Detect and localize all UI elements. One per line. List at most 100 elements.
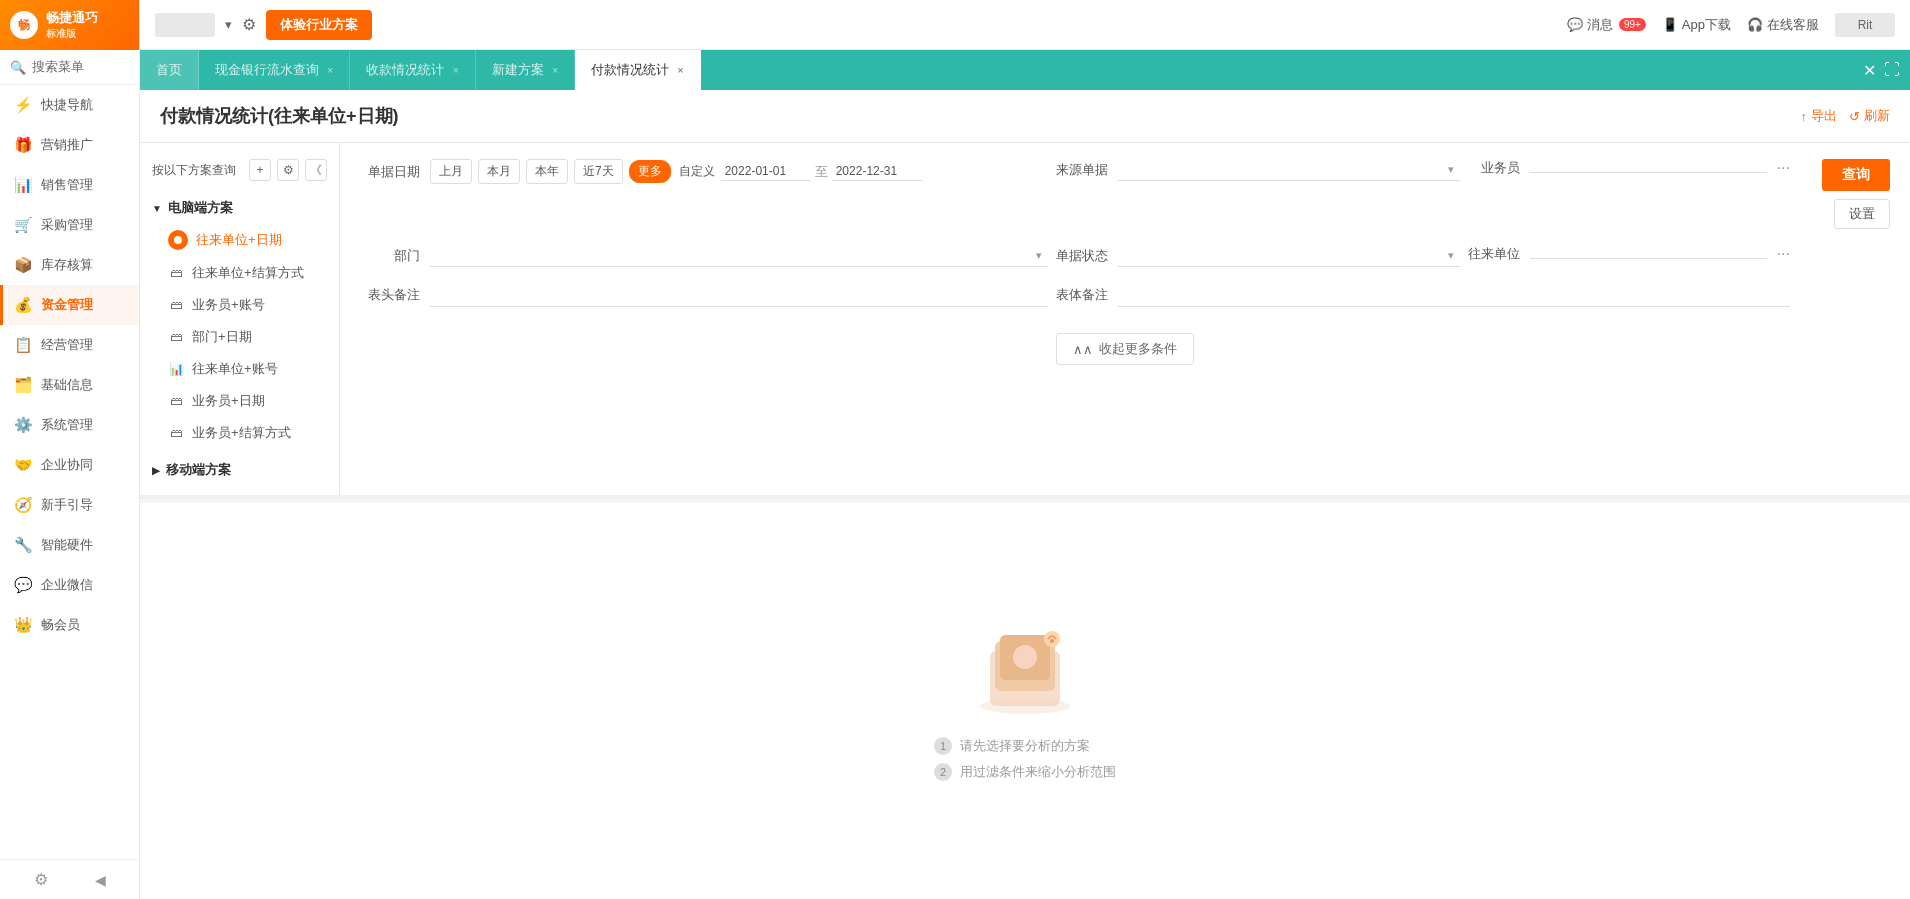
service-icon: 🎧	[1747, 17, 1763, 32]
empty-tip-1: 1 请先选择要分析的方案	[934, 737, 1116, 755]
this-year-btn[interactable]: 本年	[526, 159, 568, 184]
sidebar-item-system[interactable]: ⚙️ 系统管理	[0, 405, 139, 445]
sidebar-item-sales[interactable]: 📊 销售管理	[0, 165, 139, 205]
sidebar-item-wechat[interactable]: 💬 企业微信	[0, 565, 139, 605]
scheme-section-title-0[interactable]: ▼电脑端方案	[140, 193, 339, 223]
scheme-item-label-0-3: 部门+日期	[192, 328, 252, 346]
scheme-item-label-0-6: 业务员+结算方式	[192, 424, 291, 442]
this-month-btn[interactable]: 本月	[478, 159, 520, 184]
salesperson-label: 业务员	[1460, 159, 1520, 177]
table-icon-5: 🗃	[168, 393, 184, 409]
counterpart-more-icon[interactable]: ···	[1777, 245, 1790, 263]
message-icon: 💬	[1567, 17, 1583, 32]
add-scheme-btn[interactable]: +	[249, 159, 271, 181]
download-icon: 📱	[1662, 17, 1678, 32]
sidebar-item-icon-quick-nav: ⚡	[13, 95, 33, 115]
note1-label: 表头备注	[360, 286, 420, 304]
online-service-action[interactable]: 🎧 在线客服	[1747, 16, 1819, 34]
counterpart-select[interactable]	[1530, 250, 1767, 259]
tab-home[interactable]: 首页	[140, 50, 199, 90]
tab-close-bank-flow[interactable]: ×	[327, 64, 333, 76]
scheme-item-0-5[interactable]: 🗃业务员+日期	[140, 385, 339, 417]
chart-icon-4: 📊	[168, 361, 184, 377]
messages-label: 消息	[1587, 16, 1613, 34]
sidebar-item-inventory[interactable]: 📦 库存核算	[0, 245, 139, 285]
settings-icon[interactable]: ⚙	[34, 870, 48, 889]
voucher-status-select[interactable]: ▾	[1118, 245, 1461, 267]
note2-filter: 表体备注	[1048, 283, 1791, 307]
scheme-item-0-0[interactable]: 往来单位+日期	[140, 223, 339, 257]
topbar-settings-icon[interactable]: ⚙	[242, 15, 256, 34]
active-circle-icon	[168, 230, 188, 250]
scheme-section-title-1[interactable]: ▶移动端方案	[140, 455, 339, 485]
maximize-icon[interactable]: ⛶	[1884, 61, 1900, 79]
note1-input[interactable]	[430, 283, 1048, 307]
user-avatar[interactable]: Rit	[1835, 13, 1895, 37]
scheme-settings-btn[interactable]: ⚙	[277, 159, 299, 181]
sidebar-item-marketing[interactable]: 🎁 营销推广	[0, 125, 139, 165]
sidebar-item-label-member: 畅会员	[41, 616, 80, 634]
messages-action[interactable]: 💬 消息 99+	[1567, 16, 1646, 34]
salesperson-select[interactable]	[1530, 164, 1767, 173]
app-download-action[interactable]: 📱 App下载	[1662, 16, 1731, 34]
source-select[interactable]: ▾	[1118, 159, 1461, 181]
sidebar-item-basic[interactable]: 🗂️ 基础信息	[0, 365, 139, 405]
scheme-item-0-3[interactable]: 🗃部门+日期	[140, 321, 339, 353]
sidebar-item-enterprise[interactable]: 🤝 企业协同	[0, 445, 139, 485]
date-end-input[interactable]	[832, 162, 922, 181]
scheme-item-0-6[interactable]: 🗃业务员+结算方式	[140, 417, 339, 449]
dept-select[interactable]: ▾	[430, 245, 1048, 267]
last-7-days-btn[interactable]: 近7天	[574, 159, 623, 184]
sidebar-search[interactable]: 🔍 搜索菜单	[0, 50, 139, 85]
source-filter: 来源单据 ▾	[1048, 159, 1461, 181]
scheme-header-label: 按以下方案查询	[152, 162, 236, 179]
sidebar-item-label-enterprise: 企业协同	[41, 456, 93, 474]
refresh-btn[interactable]: ↺ 刷新	[1849, 107, 1890, 125]
scheme-item-label-0-1: 往来单位+结算方式	[192, 264, 304, 282]
salesperson-filter: 业务员 ···	[1460, 159, 1790, 177]
date-range: 至	[721, 162, 922, 181]
last-month-btn[interactable]: 上月	[430, 159, 472, 184]
tabs-container: 首页现金银行流水查询×收款情况统计×新建方案×付款情况统计×	[140, 50, 701, 90]
topbar-dropdown-icon[interactable]: ▾	[225, 17, 232, 32]
tip-2-text: 用过滤条件来缩小分析范围	[960, 763, 1116, 781]
sidebar-item-guide[interactable]: 🧭 新手引导	[0, 485, 139, 525]
filter-setting-btn[interactable]: 设置	[1834, 199, 1890, 229]
collapse-sidebar-icon[interactable]: ◀	[95, 872, 106, 888]
sidebar-item-member[interactable]: 👑 畅会员	[0, 605, 139, 645]
trial-btn[interactable]: 体验行业方案	[266, 10, 372, 40]
tab-label-bank-flow: 现金银行流水查询	[215, 61, 319, 79]
scheme-item-0-2[interactable]: 🗃业务员+账号	[140, 289, 339, 321]
tab-new-scheme[interactable]: 新建方案×	[476, 50, 575, 90]
tab-collection-stat[interactable]: 收款情况统计×	[350, 50, 475, 90]
sidebar-item-label-sales: 销售管理	[41, 176, 93, 194]
logo-subtitle: 标准版	[46, 27, 98, 41]
salesperson-more-icon[interactable]: ···	[1777, 159, 1790, 177]
svg-point-0	[174, 236, 182, 244]
collapse-conditions-btn[interactable]: ∧∧ 收起更多条件	[1056, 333, 1194, 365]
tab-close-payment-stat[interactable]: ×	[677, 64, 683, 76]
note2-input[interactable]	[1118, 283, 1791, 307]
scheme-item-0-1[interactable]: 🗃往来单位+结算方式	[140, 257, 339, 289]
sidebar-item-operations[interactable]: 📋 经营管理	[0, 325, 139, 365]
sidebar-item-hardware[interactable]: 🔧 智能硬件	[0, 525, 139, 565]
export-btn[interactable]: ↑ 导出	[1801, 107, 1838, 125]
close-tab-icon[interactable]: ✕	[1863, 61, 1876, 80]
collapse-scheme-btn[interactable]: 《	[305, 159, 327, 181]
topbar: ▾ ⚙ 体验行业方案 💬 消息 99+ 📱 App下载 🎧 在线客服 Rit	[140, 0, 1910, 50]
sidebar-item-purchase[interactable]: 🛒 采购管理	[0, 205, 139, 245]
query-btn[interactable]: 查询	[1822, 159, 1890, 191]
sidebar-item-quick-nav[interactable]: ⚡ 快捷导航	[0, 85, 139, 125]
scheme-item-0-4[interactable]: 📊往来单位+账号	[140, 353, 339, 385]
date-buttons: 上月 本月 本年 近7天 更多 自定义 至	[430, 159, 922, 184]
tab-close-new-scheme[interactable]: ×	[552, 64, 558, 76]
tab-payment-stat[interactable]: 付款情况统计×	[575, 50, 700, 90]
tab-close-collection-stat[interactable]: ×	[452, 64, 458, 76]
more-dates-btn[interactable]: 更多	[629, 160, 671, 183]
tabbar-right: ✕ ⛶	[1863, 50, 1910, 90]
tab-bank-flow[interactable]: 现金银行流水查询 ×	[199, 50, 350, 90]
sidebar-item-finance[interactable]: 💰 资金管理	[0, 285, 139, 325]
refresh-icon: ↺	[1849, 109, 1860, 124]
svg-point-9	[1050, 639, 1054, 643]
date-start-input[interactable]	[721, 162, 811, 181]
